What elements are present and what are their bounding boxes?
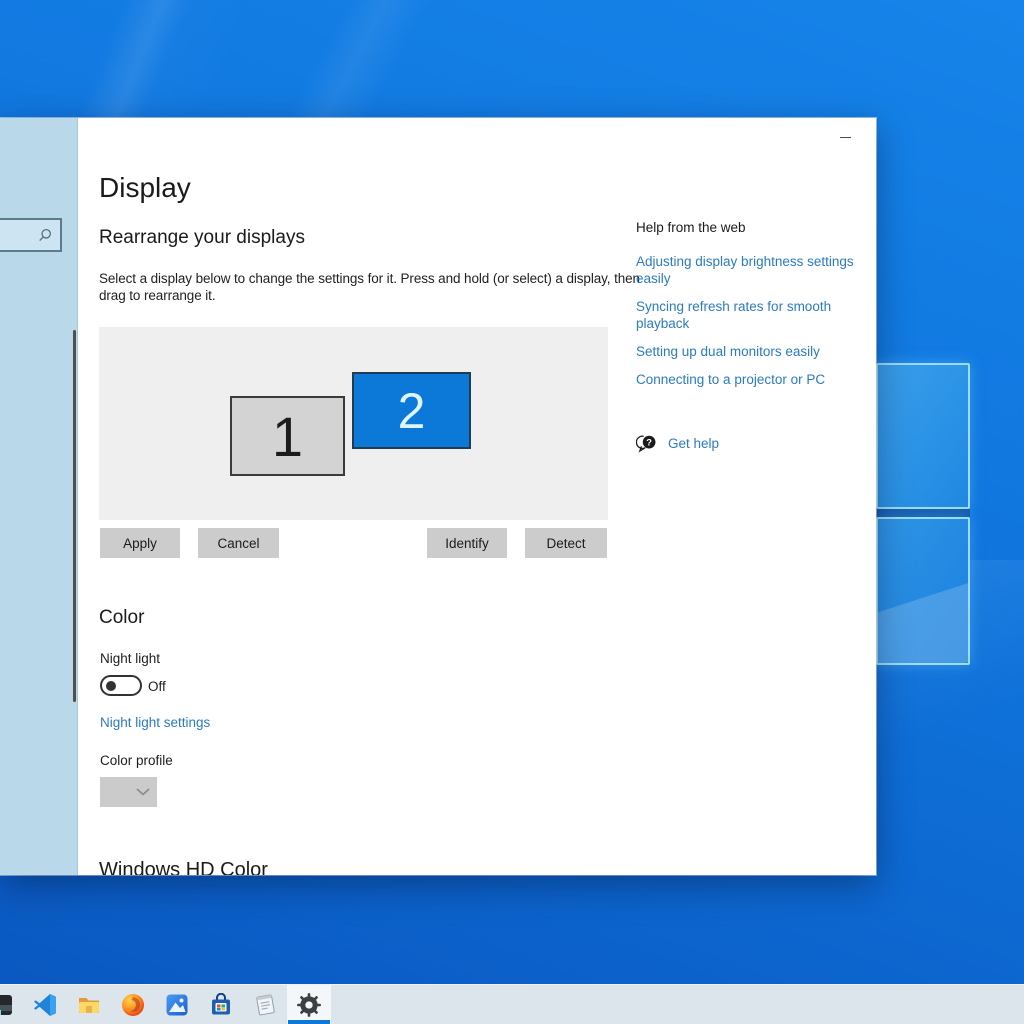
microsoft-store-icon	[212, 992, 230, 1014]
search-box[interactable]	[0, 218, 62, 252]
color-profile-dropdown[interactable]	[100, 777, 157, 807]
help-link-brightness[interactable]: Adjusting display brightness settings ea…	[636, 253, 854, 287]
minimize-button[interactable]	[831, 124, 859, 150]
terminal-icon	[0, 994, 12, 1015]
night-light-toggle[interactable]	[100, 675, 142, 696]
monitor-1[interactable]: 1	[230, 396, 345, 476]
scrollbar[interactable]	[73, 330, 76, 702]
apply-button[interactable]: Apply	[100, 528, 180, 558]
get-help[interactable]: ? Get help	[636, 433, 719, 453]
taskbar-icon-photos[interactable]	[155, 985, 199, 1024]
windows-hd-color-heading: Windows HD Color	[99, 859, 268, 875]
taskbar-icon-file-explorer[interactable]	[67, 985, 111, 1024]
get-help-label: Get help	[668, 435, 720, 451]
night-light-state: Off	[148, 679, 166, 694]
taskbar-icon-firefox[interactable]	[111, 985, 155, 1024]
notepad-icon	[256, 993, 275, 1015]
settings-main-pane: ✕ Display Rearrange your displays Select…	[78, 118, 876, 875]
taskbar-icon-vscode[interactable]	[23, 985, 67, 1024]
monitor-2-selected[interactable]: 2	[352, 372, 471, 449]
taskbar-icon-notepad[interactable]	[243, 985, 287, 1024]
windows-logo-gap	[876, 509, 970, 517]
rearrange-heading: Rearrange your displays	[99, 227, 305, 248]
search-icon	[39, 229, 51, 242]
night-light-settings-link[interactable]: Night light settings	[100, 715, 210, 730]
page-title: Display	[99, 172, 191, 203]
rearrange-description: Select a display below to change the set…	[99, 271, 640, 303]
color-profile-label: Color profile	[100, 753, 173, 768]
detect-button[interactable]: Detect	[525, 528, 607, 558]
chevron-down-icon	[136, 788, 150, 796]
photos-icon	[166, 994, 188, 1015]
taskbar	[0, 984, 1024, 1024]
windows-logo-pane-bottom	[876, 517, 970, 665]
firefox-icon	[122, 993, 144, 1016]
help-link-projector[interactable]: Connecting to a projector or PC	[636, 371, 854, 388]
night-light-label: Night light	[100, 651, 161, 666]
help-from-web-heading: Help from the web	[636, 220, 746, 235]
cancel-button[interactable]: Cancel	[198, 528, 279, 558]
settings-window: ✕ Display Rearrange your displays Select…	[0, 118, 876, 875]
color-heading: Color	[99, 607, 145, 628]
display-arrangement-area: 1 2	[99, 327, 608, 520]
maximize-button[interactable]	[873, 124, 876, 150]
settings-gear-icon	[297, 992, 321, 1017]
svg-text:?: ?	[646, 438, 652, 448]
help-links: Adjusting display brightness settings ea…	[636, 253, 854, 388]
help-link-refresh-rates[interactable]: Syncing refresh rates for smooth playbac…	[636, 298, 854, 332]
search-input[interactable]	[0, 227, 37, 243]
windows-logo-pane-top	[876, 363, 970, 509]
toggle-knob	[106, 680, 116, 691]
settings-sidebar	[0, 118, 78, 875]
identify-button[interactable]: Identify	[427, 528, 507, 558]
get-help-icon: ?	[636, 435, 656, 453]
vscode-icon	[34, 993, 56, 1016]
taskbar-icon-microsoft-store[interactable]	[199, 985, 243, 1024]
minimize-icon	[839, 136, 851, 138]
taskbar-icon-terminal[interactable]	[0, 985, 23, 1024]
taskbar-icon-settings-active[interactable]	[287, 985, 331, 1024]
help-link-dual-monitors[interactable]: Setting up dual monitors easily	[636, 343, 854, 360]
file-explorer-icon	[79, 997, 99, 1013]
